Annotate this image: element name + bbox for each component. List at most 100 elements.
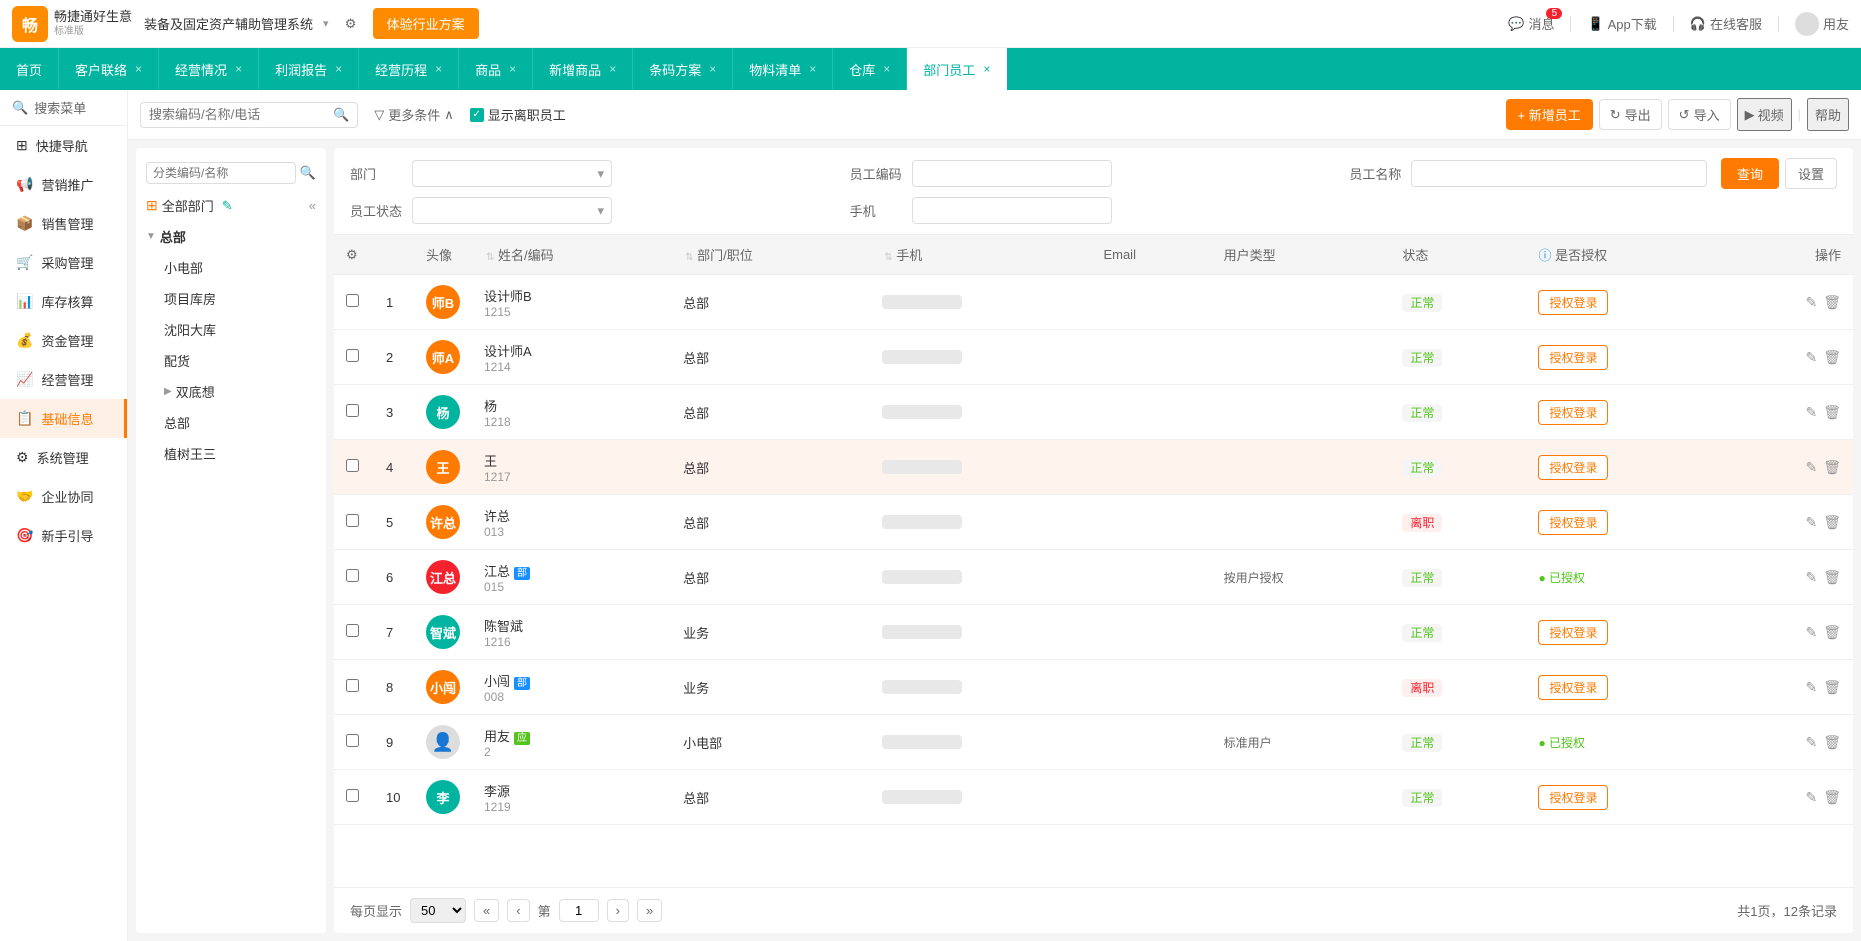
tab-operations[interactable]: 经营情况 × bbox=[159, 48, 259, 90]
delete-icon[interactable]: 🗑 bbox=[1823, 404, 1841, 421]
tab-close-history[interactable]: × bbox=[435, 62, 442, 76]
tab-new-goods[interactable]: 新增商品 × bbox=[533, 48, 633, 90]
row-checkbox[interactable] bbox=[346, 569, 359, 582]
export-button[interactable]: ↻ 导出 bbox=[1599, 99, 1662, 130]
dept-tree-header[interactable]: ⊞ 全部部门 ✎ « bbox=[136, 190, 326, 221]
delete-icon[interactable]: 🗑 bbox=[1823, 294, 1841, 311]
filter-status-select[interactable] bbox=[412, 197, 612, 224]
help-button[interactable]: 帮助 bbox=[1807, 98, 1849, 131]
col-phone[interactable]: ⇅ 手机 bbox=[870, 235, 1091, 275]
dept-search-icon[interactable]: 🔍 bbox=[300, 165, 316, 181]
tab-close-barcode[interactable]: × bbox=[709, 62, 716, 76]
tab-warehouse[interactable]: 仓库 × bbox=[833, 48, 907, 90]
row-checkbox[interactable] bbox=[346, 404, 359, 417]
tree-item-hq[interactable]: 总部 bbox=[136, 407, 326, 438]
edit-icon[interactable]: ✎ bbox=[1805, 624, 1817, 641]
tree-item-peihuo[interactable]: 配货 bbox=[136, 345, 326, 376]
edit-icon[interactable]: ✎ bbox=[1805, 514, 1817, 531]
page-input[interactable] bbox=[559, 899, 599, 922]
edit-icon[interactable]: ✎ bbox=[1805, 734, 1817, 751]
sidebar-item-purchase[interactable]: 🛒 采购管理 bbox=[0, 243, 127, 282]
tab-close-bom[interactable]: × bbox=[809, 62, 816, 76]
sidebar-item-finance[interactable]: 💰 资金管理 bbox=[0, 321, 127, 360]
sidebar-search-btn[interactable]: 🔍 搜索菜单 bbox=[0, 90, 127, 126]
search-bar[interactable]: 🔍 bbox=[140, 102, 358, 128]
edit-icon[interactable]: ✎ bbox=[1805, 569, 1817, 586]
tab-home[interactable]: 首页 bbox=[0, 48, 59, 90]
app-download-button[interactable]: 📱 App下载 bbox=[1587, 14, 1656, 33]
tab-close-profit[interactable]: × bbox=[335, 62, 342, 76]
tree-item-headquarters-parent[interactable]: ▼ 总部 bbox=[136, 221, 326, 252]
message-button[interactable]: 💬 消息 5 bbox=[1508, 14, 1554, 33]
query-button[interactable]: 查询 bbox=[1721, 158, 1779, 189]
tab-close-customer[interactable]: × bbox=[135, 62, 142, 76]
filter-empcode-input[interactable] bbox=[912, 160, 1112, 187]
auth-button[interactable]: 授权登录 bbox=[1538, 290, 1608, 315]
tab-customer[interactable]: 客户联络 × bbox=[59, 48, 159, 90]
first-page-btn[interactable]: « bbox=[474, 899, 499, 922]
row-checkbox[interactable] bbox=[346, 294, 359, 307]
delete-icon[interactable]: 🗑 bbox=[1823, 514, 1841, 531]
tab-bom[interactable]: 物料清单 × bbox=[733, 48, 833, 90]
tab-close-employee[interactable]: × bbox=[983, 62, 990, 76]
delete-icon[interactable]: 🗑 bbox=[1823, 734, 1841, 751]
tab-close-warehouse[interactable]: × bbox=[883, 62, 890, 76]
row-checkbox[interactable] bbox=[346, 459, 359, 472]
row-checkbox[interactable] bbox=[346, 679, 359, 692]
auth-button[interactable]: 授权登录 bbox=[1538, 785, 1608, 810]
tab-close-ops[interactable]: × bbox=[235, 62, 242, 76]
tab-close-new-goods[interactable]: × bbox=[609, 62, 616, 76]
sidebar-item-inventory[interactable]: 📊 库存核算 bbox=[0, 282, 127, 321]
filter-dept-select[interactable] bbox=[412, 160, 612, 187]
settings-button[interactable]: ⚙ bbox=[337, 10, 365, 38]
tab-close-goods[interactable]: × bbox=[509, 62, 516, 76]
show-resign-toggle[interactable]: ✓ 显示离职员工 bbox=[470, 105, 566, 124]
dept-search-input[interactable] bbox=[146, 162, 296, 184]
row-checkbox[interactable] bbox=[346, 624, 359, 637]
delete-icon[interactable]: 🗑 bbox=[1823, 349, 1841, 366]
edit-icon[interactable]: ✎ bbox=[1805, 459, 1817, 476]
tree-item-small-elec[interactable]: 小电部 bbox=[136, 252, 326, 283]
try-plan-button[interactable]: 体验行业方案 bbox=[373, 8, 479, 39]
auth-button[interactable]: 授权登录 bbox=[1538, 345, 1608, 370]
delete-icon[interactable]: 🗑 bbox=[1823, 624, 1841, 641]
col-settings[interactable]: ⚙ bbox=[334, 235, 374, 275]
edit-icon[interactable]: ✎ bbox=[1805, 679, 1817, 696]
delete-icon[interactable]: 🗑 bbox=[1823, 569, 1841, 586]
tree-item-project-room[interactable]: 项目库房 bbox=[136, 283, 326, 314]
next-page-btn[interactable]: › bbox=[607, 899, 629, 922]
sidebar-item-sales[interactable]: 📦 销售管理 bbox=[0, 204, 127, 243]
edit-icon[interactable]: ✎ bbox=[1805, 294, 1817, 311]
more-filters-btn[interactable]: ▽ 更多条件 ∧ bbox=[366, 101, 462, 128]
search-input[interactable] bbox=[149, 107, 329, 122]
tree-item-shenyang[interactable]: 沈阳大库 bbox=[136, 314, 326, 345]
auth-button[interactable]: 授权登录 bbox=[1538, 455, 1608, 480]
add-employee-button[interactable]: + 新增员工 bbox=[1506, 99, 1593, 130]
row-checkbox[interactable] bbox=[346, 514, 359, 527]
set-button[interactable]: 设置 bbox=[1785, 158, 1837, 189]
sidebar-item-marketing[interactable]: 📢 营销推广 bbox=[0, 165, 127, 204]
tree-item-double[interactable]: ▶ 双底想 bbox=[136, 376, 326, 407]
user-avatar[interactable]: 用友 bbox=[1795, 12, 1849, 36]
sidebar-item-quick-nav[interactable]: ⊞ 快捷导航 bbox=[0, 126, 127, 165]
import-button[interactable]: ↺ 导入 bbox=[1668, 99, 1731, 130]
col-dept-position[interactable]: ⇅ 部门/职位 bbox=[671, 235, 870, 275]
edit-icon[interactable]: ✎ bbox=[1805, 789, 1817, 806]
auth-button[interactable]: 授权登录 bbox=[1538, 510, 1608, 535]
tab-employee[interactable]: 部门员工 × bbox=[907, 48, 1007, 90]
auth-button[interactable]: 授权登录 bbox=[1538, 620, 1608, 645]
delete-icon[interactable]: 🗑 bbox=[1823, 459, 1841, 476]
row-checkbox[interactable] bbox=[346, 734, 359, 747]
online-service-button[interactable]: 🎧 在线客服 bbox=[1690, 14, 1762, 33]
auth-button[interactable]: 授权登录 bbox=[1538, 400, 1608, 425]
view-button[interactable]: ▶ 视频 bbox=[1737, 98, 1792, 131]
tab-barcode[interactable]: 条码方案 × bbox=[633, 48, 733, 90]
edit-dept-icon[interactable]: ✎ bbox=[222, 198, 233, 214]
sidebar-item-system[interactable]: ⚙ 系统管理 bbox=[0, 438, 127, 477]
tree-item-zhishuwang[interactable]: 植树王三 bbox=[136, 438, 326, 469]
edit-icon[interactable]: ✎ bbox=[1805, 404, 1817, 421]
sidebar-item-collab[interactable]: 🤝 企业协同 bbox=[0, 477, 127, 516]
auth-button[interactable]: 授权登录 bbox=[1538, 675, 1608, 700]
filter-phone-input[interactable] bbox=[912, 197, 1112, 224]
row-checkbox[interactable] bbox=[346, 789, 359, 802]
